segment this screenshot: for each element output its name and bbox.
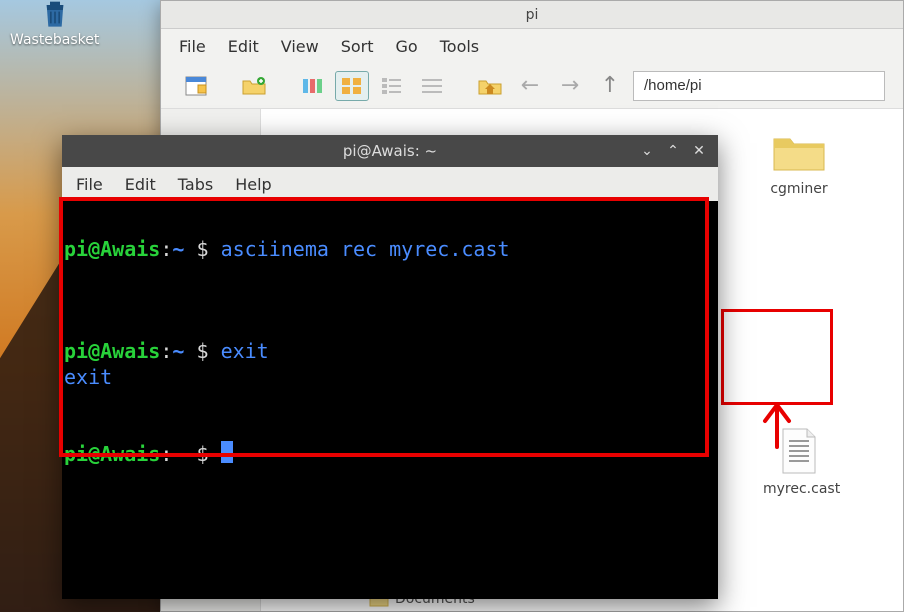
terminal-title: pi@Awais: ~ bbox=[343, 142, 437, 160]
list-view-button[interactable] bbox=[415, 71, 449, 101]
nav-up-button[interactable]: ↑ bbox=[593, 71, 627, 101]
terminal-cursor bbox=[221, 441, 233, 463]
terminal-titlebar[interactable]: pi@Awais: ~ ⌄ ⌃ ✕ bbox=[62, 135, 718, 167]
prompt-dollar: $ bbox=[196, 237, 208, 261]
term-menu-file[interactable]: File bbox=[76, 175, 103, 194]
prompt-path: ~ bbox=[172, 339, 184, 363]
view-preferences-button[interactable] bbox=[295, 71, 329, 101]
prompt-dollar: $ bbox=[196, 339, 208, 363]
home-button[interactable] bbox=[473, 71, 507, 101]
prompt-user: pi@Awais bbox=[64, 237, 160, 261]
prompt-path: ~ bbox=[172, 237, 184, 261]
folder-label: cgminer bbox=[763, 181, 835, 197]
terminal-window: pi@Awais: ~ ⌄ ⌃ ✕ File Edit Tabs Help pi… bbox=[62, 135, 718, 599]
fm-menu-file[interactable]: File bbox=[179, 37, 206, 56]
maximize-button[interactable]: ⌃ bbox=[662, 143, 684, 159]
file-label: myrec.cast bbox=[763, 481, 835, 497]
new-tab-button[interactable] bbox=[179, 71, 213, 101]
fm-menu-view[interactable]: View bbox=[281, 37, 319, 56]
path-input[interactable] bbox=[633, 71, 885, 101]
term-menu-tabs[interactable]: Tabs bbox=[178, 175, 213, 194]
folder-cgminer[interactable]: cgminer bbox=[763, 127, 835, 217]
filemanager-menubar: File Edit View Sort Go Tools bbox=[161, 29, 903, 63]
prompt-user: pi@Awais bbox=[64, 339, 160, 363]
terminal-command: exit bbox=[221, 339, 269, 363]
prompt-dollar: $ bbox=[196, 442, 208, 466]
minimize-button[interactable]: ⌄ bbox=[636, 143, 658, 159]
terminal-window-controls: ⌄ ⌃ ✕ bbox=[636, 135, 710, 167]
terminal-body[interactable]: pi@Awais:~ $ asciinema rec myrec.cast pi… bbox=[62, 201, 718, 599]
close-button[interactable]: ✕ bbox=[688, 143, 710, 159]
prompt-user: pi@Awais bbox=[64, 442, 160, 466]
term-menu-help[interactable]: Help bbox=[235, 175, 271, 194]
fm-menu-tools[interactable]: Tools bbox=[440, 37, 479, 56]
prompt-sep: : bbox=[160, 237, 172, 261]
terminal-output: exit bbox=[64, 365, 112, 389]
annotation-highlight-file bbox=[721, 309, 833, 405]
filemanager-title[interactable]: pi bbox=[161, 1, 903, 29]
prompt-sep: : bbox=[160, 339, 172, 363]
annotation-arrow-icon bbox=[757, 399, 797, 449]
term-menu-edit[interactable]: Edit bbox=[125, 175, 156, 194]
new-folder-button[interactable] bbox=[237, 71, 271, 101]
nav-forward-button[interactable]: → bbox=[553, 71, 587, 101]
desktop-wastebasket-label: Wastebasket bbox=[10, 32, 99, 48]
compact-view-button[interactable] bbox=[375, 71, 409, 101]
prompt-path: ~ bbox=[172, 442, 184, 466]
desktop-wastebasket[interactable]: Wastebasket bbox=[10, 0, 99, 48]
terminal-command: asciinema rec myrec.cast bbox=[221, 237, 510, 261]
folder-icon bbox=[769, 127, 829, 175]
filemanager-toolbar: ← → ↑ bbox=[161, 63, 903, 109]
icon-view-button[interactable] bbox=[335, 71, 369, 101]
fm-menu-edit[interactable]: Edit bbox=[228, 37, 259, 56]
fm-menu-go[interactable]: Go bbox=[396, 37, 418, 56]
nav-back-button[interactable]: ← bbox=[513, 71, 547, 101]
trash-icon bbox=[31, 0, 79, 30]
fm-menu-sort[interactable]: Sort bbox=[341, 37, 374, 56]
terminal-menubar: File Edit Tabs Help bbox=[62, 167, 718, 201]
prompt-sep: : bbox=[160, 442, 172, 466]
